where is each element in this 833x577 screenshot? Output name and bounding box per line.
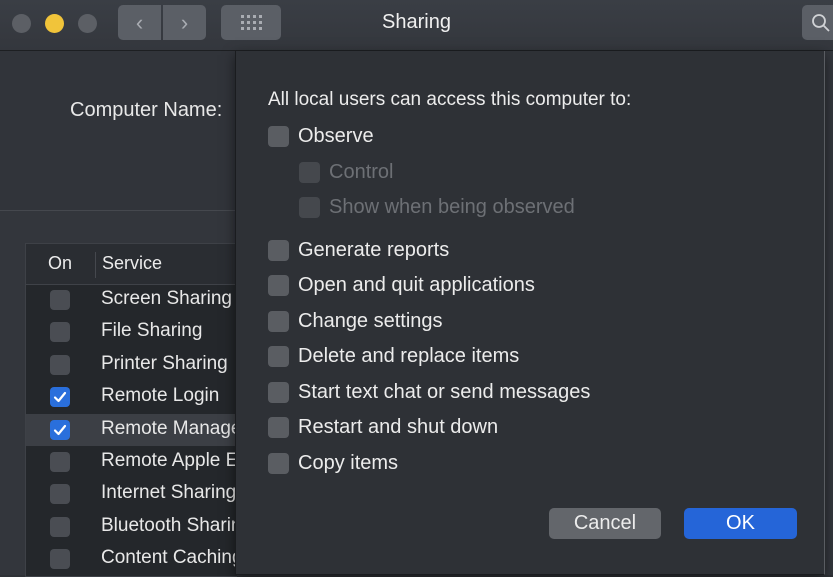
- checkmark-icon: [53, 424, 67, 435]
- sheet-title: All local users can access this computer…: [268, 89, 632, 110]
- option-checkbox[interactable]: [268, 275, 289, 296]
- table-row[interactable]: File Sharing: [26, 316, 237, 348]
- computer-name-label: Computer Name:: [70, 99, 223, 121]
- service-name: Internet Sharing: [101, 482, 237, 504]
- option-delete-and-replace-items[interactable]: Delete and replace items: [268, 345, 519, 368]
- option-checkbox: [299, 162, 320, 183]
- checkmark-icon: [53, 392, 67, 403]
- option-show-when-being-observed: Show when being observed: [299, 196, 575, 219]
- column-header-service[interactable]: Service: [102, 253, 162, 274]
- service-checkbox[interactable]: [50, 484, 70, 505]
- option-label: Change settings: [298, 310, 443, 332]
- option-label: Delete and replace items: [298, 345, 520, 367]
- remote-management-options-sheet: All local users can access this computer…: [235, 51, 825, 575]
- table-row[interactable]: Content Caching: [26, 543, 237, 575]
- service-name: Printer Sharing: [101, 352, 228, 374]
- table-row[interactable]: Printer Sharing: [26, 349, 237, 381]
- service-checkbox[interactable]: [50, 290, 70, 310]
- option-label: Control: [329, 161, 394, 183]
- option-restart-and-shut-down[interactable]: Restart and shut down: [268, 416, 498, 439]
- table-row[interactable]: Remote Login: [26, 381, 237, 413]
- title-bar: ‹ › Sharing: [0, 0, 833, 51]
- option-start-text-chat-or-send-messages[interactable]: Start text chat or send messages: [268, 381, 590, 404]
- table-row[interactable]: Internet Sharing: [26, 478, 237, 510]
- window-title: Sharing: [382, 11, 451, 33]
- service-name: Remote Management: [101, 417, 237, 439]
- service-checkbox[interactable]: [50, 322, 70, 343]
- option-checkbox[interactable]: [268, 417, 289, 438]
- table-row[interactable]: Screen Sharing: [26, 284, 237, 316]
- option-checkbox[interactable]: [268, 311, 289, 332]
- option-label: Observe: [298, 125, 374, 147]
- option-checkbox[interactable]: [268, 382, 289, 403]
- option-copy-items[interactable]: Copy items: [268, 452, 398, 475]
- service-checkbox[interactable]: [50, 516, 70, 537]
- column-separator: [95, 252, 96, 278]
- service-name: Remote Login: [101, 385, 220, 407]
- option-label: Start text chat or send messages: [298, 381, 591, 403]
- service-name: Bluetooth Sharing: [101, 514, 237, 536]
- window-edge: [824, 51, 833, 575]
- option-label: Copy items: [298, 452, 399, 474]
- option-label: Generate reports: [298, 239, 450, 261]
- service-checkbox[interactable]: [50, 387, 70, 408]
- table-row[interactable]: Remote Apple Events: [26, 446, 237, 478]
- cancel-button[interactable]: Cancel: [549, 508, 661, 539]
- option-checkbox[interactable]: [268, 240, 289, 261]
- service-checkbox[interactable]: [50, 354, 70, 375]
- option-checkbox: [299, 197, 320, 218]
- option-change-settings[interactable]: Change settings: [268, 310, 443, 333]
- option-observe[interactable]: Observe: [268, 125, 374, 148]
- services-table: On Service Screen Sharing File Sharing Pri…: [25, 243, 237, 577]
- option-label: Show when being observed: [329, 196, 575, 218]
- service-name: Content Caching: [101, 547, 237, 569]
- table-row[interactable]: Bluetooth Sharing: [26, 511, 237, 543]
- column-header-on[interactable]: On: [48, 253, 72, 274]
- option-checkbox[interactable]: [268, 126, 289, 147]
- option-generate-reports[interactable]: Generate reports: [268, 239, 449, 262]
- option-open-and-quit-applications[interactable]: Open and quit applications: [268, 274, 535, 297]
- option-checkbox[interactable]: [268, 453, 289, 474]
- service-name: Screen Sharing: [101, 288, 232, 309]
- service-checkbox[interactable]: [50, 452, 70, 472]
- computer-name-area: [0, 51, 236, 211]
- table-header: On Service: [26, 244, 237, 285]
- option-control: Control: [299, 161, 393, 184]
- service-checkbox[interactable]: [50, 549, 70, 570]
- search-button[interactable]: [802, 5, 833, 40]
- option-label: Open and quit applications: [298, 274, 535, 296]
- service-name: File Sharing: [101, 320, 203, 342]
- table-row[interactable]: Remote Management: [26, 413, 237, 446]
- option-label: Restart and shut down: [298, 416, 499, 438]
- service-checkbox[interactable]: [50, 419, 70, 440]
- service-name: Remote Apple Events: [101, 450, 237, 471]
- ok-button[interactable]: OK: [684, 508, 797, 539]
- option-checkbox[interactable]: [268, 346, 289, 367]
- search-icon: [812, 14, 830, 32]
